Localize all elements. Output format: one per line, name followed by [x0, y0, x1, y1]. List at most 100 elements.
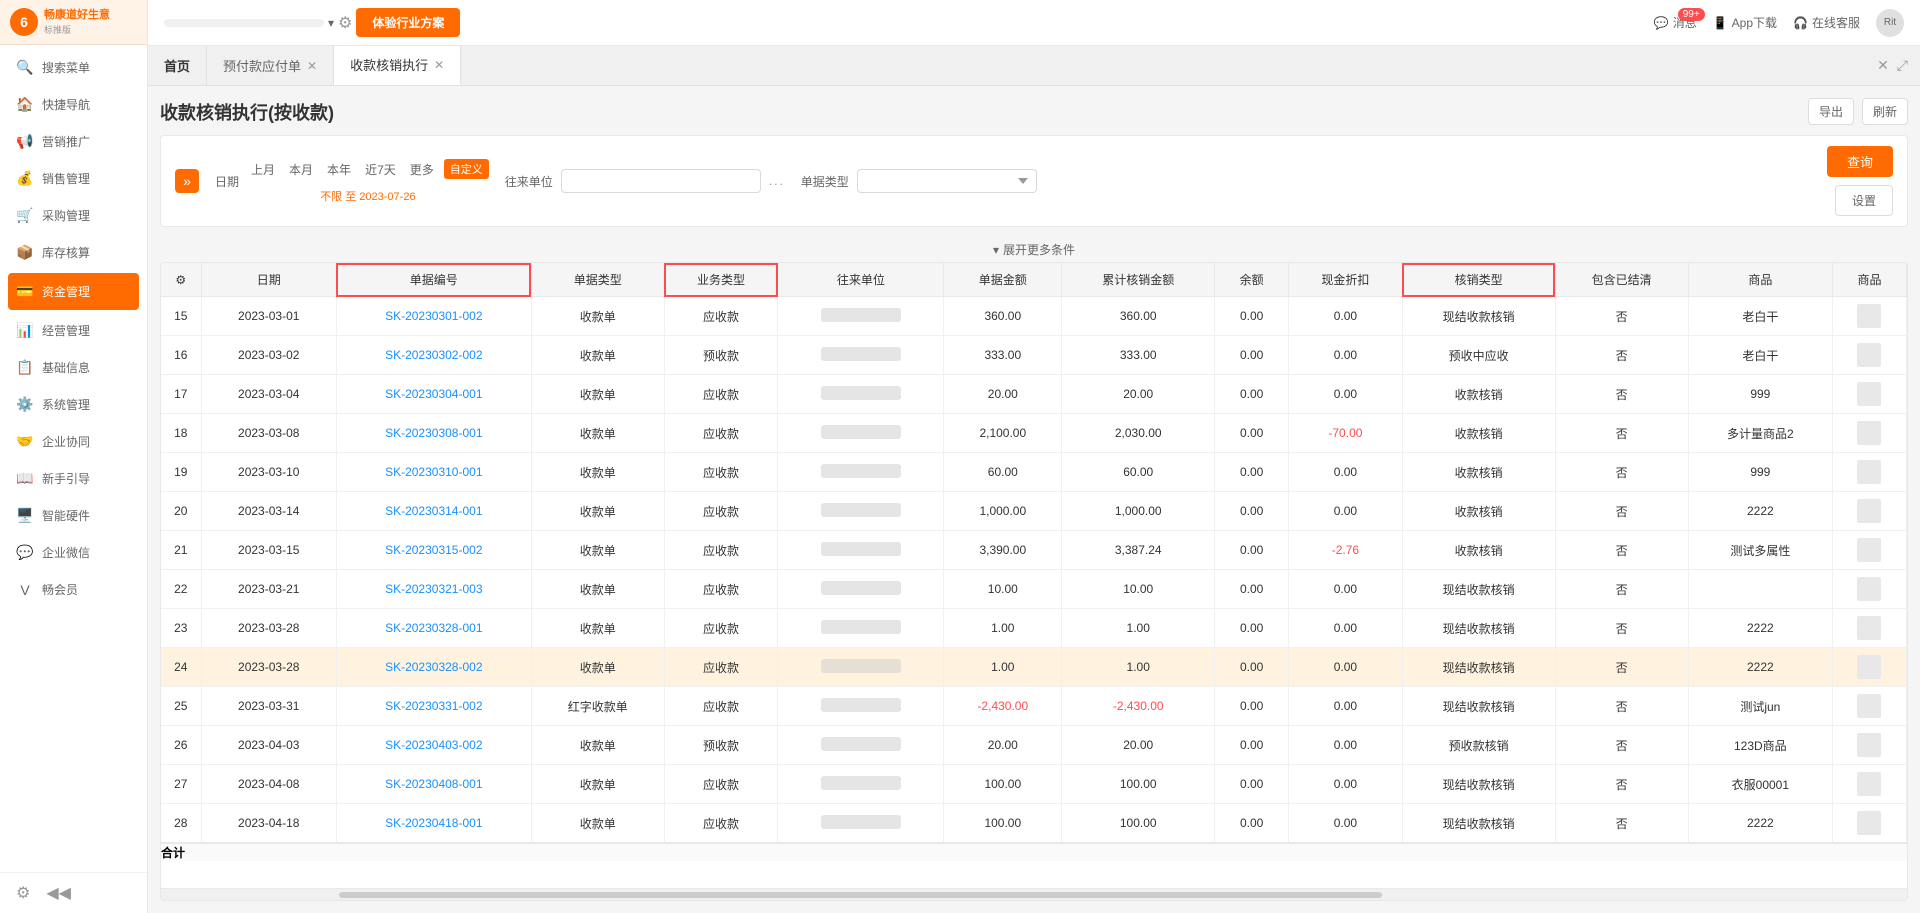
sidebar-item-sales[interactable]: 💰销售管理	[0, 160, 147, 197]
cell-index: 23	[161, 609, 201, 648]
sidebar-item-basic[interactable]: 📋基础信息	[0, 349, 147, 386]
more-filters-dots[interactable]: ...	[769, 174, 785, 188]
cell-product1: 测试多属性	[1688, 531, 1832, 570]
filter-toggle-button[interactable]: »	[175, 169, 199, 193]
cell-bill-no: SK-20230321-003	[336, 570, 531, 609]
cell-product2	[1832, 531, 1906, 570]
sidebar-item-member[interactable]: V畅会员	[0, 571, 147, 608]
bill-no-link[interactable]: SK-20230331-002	[385, 699, 482, 713]
unit-filter-input[interactable]	[561, 169, 761, 193]
user-avatar[interactable]: Rit	[1876, 9, 1904, 37]
sidebar-item-label-search: 搜索菜单	[42, 59, 90, 76]
cell-biz-type: 应收款	[664, 492, 777, 531]
last-7-days-btn[interactable]: 近7天	[361, 159, 400, 180]
topbar-dropdown-button[interactable]: ▾	[328, 16, 334, 30]
topbar-left: ▾ ⚙ 体验行业方案	[164, 8, 1642, 37]
settings-icon[interactable]: ⚙	[16, 883, 30, 903]
online-service-area[interactable]: 🎧 在线客服	[1793, 14, 1860, 31]
sidebar-item-wechat[interactable]: 💬企业微信	[0, 534, 147, 571]
table-scroll-area[interactable]: ⚙ 日期 单据编号 单据类型 业务类型 往来单位 单据金额 累计核销金额 余额 …	[161, 263, 1907, 888]
bill-no-link[interactable]: SK-20230408-001	[385, 777, 482, 791]
bill-no-link[interactable]: SK-20230321-003	[385, 582, 482, 596]
data-table: ⚙ 日期 单据编号 单据类型 业务类型 往来单位 单据金额 累计核销金额 余额 …	[161, 263, 1907, 861]
solutions-button[interactable]: 体验行业方案	[356, 8, 460, 37]
tab-maximize-button[interactable]: ⤢	[1897, 57, 1908, 74]
expand-more-conditions[interactable]: ▾ 展开更多条件	[160, 237, 1908, 262]
sidebar-item-guide[interactable]: 📖新手引导	[0, 460, 147, 497]
col-header-date: 日期	[201, 263, 336, 297]
bill-no-link[interactable]: SK-20230418-001	[385, 816, 482, 830]
bill-no-link[interactable]: SK-20230308-001	[385, 426, 482, 440]
bill-no-link[interactable]: SK-20230310-001	[385, 465, 482, 479]
bill-no-link[interactable]: SK-20230315-002	[385, 543, 482, 557]
this-month-btn[interactable]: 本月	[285, 159, 317, 180]
search-icon: 🔍	[16, 59, 34, 76]
bill-no-link[interactable]: SK-20230302-002	[385, 348, 482, 362]
settings-col-icon[interactable]: ⚙	[175, 273, 186, 287]
cell-product1: 2222	[1688, 609, 1832, 648]
sidebar-item-inventory[interactable]: 📦库存核算	[0, 234, 147, 271]
bill-no-link[interactable]: SK-20230403-002	[385, 738, 482, 752]
cell-amount: 100.00	[944, 804, 1062, 844]
more-date-btn[interactable]: 更多	[406, 159, 438, 180]
topbar-gear-icon[interactable]: ⚙	[338, 13, 352, 33]
cell-verify-type: 收款核销	[1402, 453, 1555, 492]
collapse-icon[interactable]: ◀◀	[46, 883, 71, 903]
cell-verify-type: 收款核销	[1402, 531, 1555, 570]
this-year-btn[interactable]: 本年	[323, 159, 355, 180]
tab-close-prepay[interactable]: ✕	[307, 59, 317, 73]
sidebar-item-hardware[interactable]: 🖥️智能硬件	[0, 497, 147, 534]
custom-date-btn[interactable]: 自定义	[444, 159, 489, 179]
cell-date: 2023-03-02	[201, 336, 336, 375]
cell-bill-no: SK-20230302-002	[336, 336, 531, 375]
cell-amount: 10.00	[944, 570, 1062, 609]
sidebar-item-search[interactable]: 🔍 搜索菜单	[0, 49, 147, 86]
cell-amount: 20.00	[944, 375, 1062, 414]
tab-close-collection[interactable]: ✕	[434, 58, 444, 72]
bill-no-link[interactable]: SK-20230304-001	[385, 387, 482, 401]
cell-unit	[778, 609, 944, 648]
filter-settings-button[interactable]: 设置	[1835, 185, 1893, 216]
cell-discount: -2.76	[1289, 531, 1402, 570]
tab-home[interactable]: 首页	[148, 46, 207, 85]
cell-index: 21	[161, 531, 201, 570]
sidebar-item-corp[interactable]: 🤝企业协同	[0, 423, 147, 460]
sidebar-item-quicknav[interactable]: 🏠快捷导航	[0, 86, 147, 123]
sidebar-item-operation[interactable]: 📊经营管理	[0, 312, 147, 349]
query-button[interactable]: 查询	[1827, 146, 1893, 177]
cell-biz-type: 应收款	[664, 609, 777, 648]
messages-icon-area[interactable]: 💬 消息 99+	[1654, 14, 1697, 31]
bill-no-link[interactable]: SK-20230314-001	[385, 504, 482, 518]
cell-biz-type: 应收款	[664, 531, 777, 570]
last-month-btn[interactable]: 上月	[247, 159, 279, 180]
bill-no-link[interactable]: SK-20230328-001	[385, 621, 482, 635]
cell-product2	[1832, 336, 1906, 375]
tab-close-all-button[interactable]: ✕	[1877, 57, 1889, 74]
bill-no-link[interactable]: SK-20230328-002	[385, 660, 482, 674]
sidebar-item-finance[interactable]: 💳资金管理	[8, 273, 139, 310]
cell-included: 否	[1555, 609, 1688, 648]
sidebar-item-system[interactable]: ⚙️系统管理	[0, 386, 147, 423]
app-download-area[interactable]: 📱 App下载	[1713, 14, 1777, 31]
cell-included: 否	[1555, 570, 1688, 609]
cell-included: 否	[1555, 765, 1688, 804]
cell-discount: 0.00	[1289, 453, 1402, 492]
refresh-button[interactable]: 刷新	[1862, 98, 1908, 125]
cell-index: 15	[161, 297, 201, 336]
cell-biz-type: 应收款	[664, 414, 777, 453]
tab-collection[interactable]: 收款核销执行✕	[334, 46, 461, 85]
sidebar-item-marketing[interactable]: 📢营销推广	[0, 123, 147, 160]
bill-no-link[interactable]: SK-20230301-002	[385, 309, 482, 323]
cell-included: 否	[1555, 297, 1688, 336]
cell-included: 否	[1555, 453, 1688, 492]
page-content: 收款核销执行(按收款) 导出 刷新 » 日期 上月 本月 本年 近7天 更多 自	[148, 86, 1920, 913]
sidebar-item-purchase[interactable]: 🛒采购管理	[0, 197, 147, 234]
cell-biz-type: 应收款	[664, 375, 777, 414]
export-button[interactable]: 导出	[1808, 98, 1854, 125]
horizontal-scrollbar[interactable]	[161, 888, 1907, 900]
page-title: 收款核销执行(按收款)	[160, 99, 334, 125]
tab-action-buttons: ✕ ⤢	[1865, 57, 1920, 74]
sidebar-item-label-purchase: 采购管理	[42, 207, 90, 224]
bill-type-filter-select[interactable]	[857, 169, 1037, 193]
tab-prepay[interactable]: 预付款应付单✕	[207, 46, 334, 85]
